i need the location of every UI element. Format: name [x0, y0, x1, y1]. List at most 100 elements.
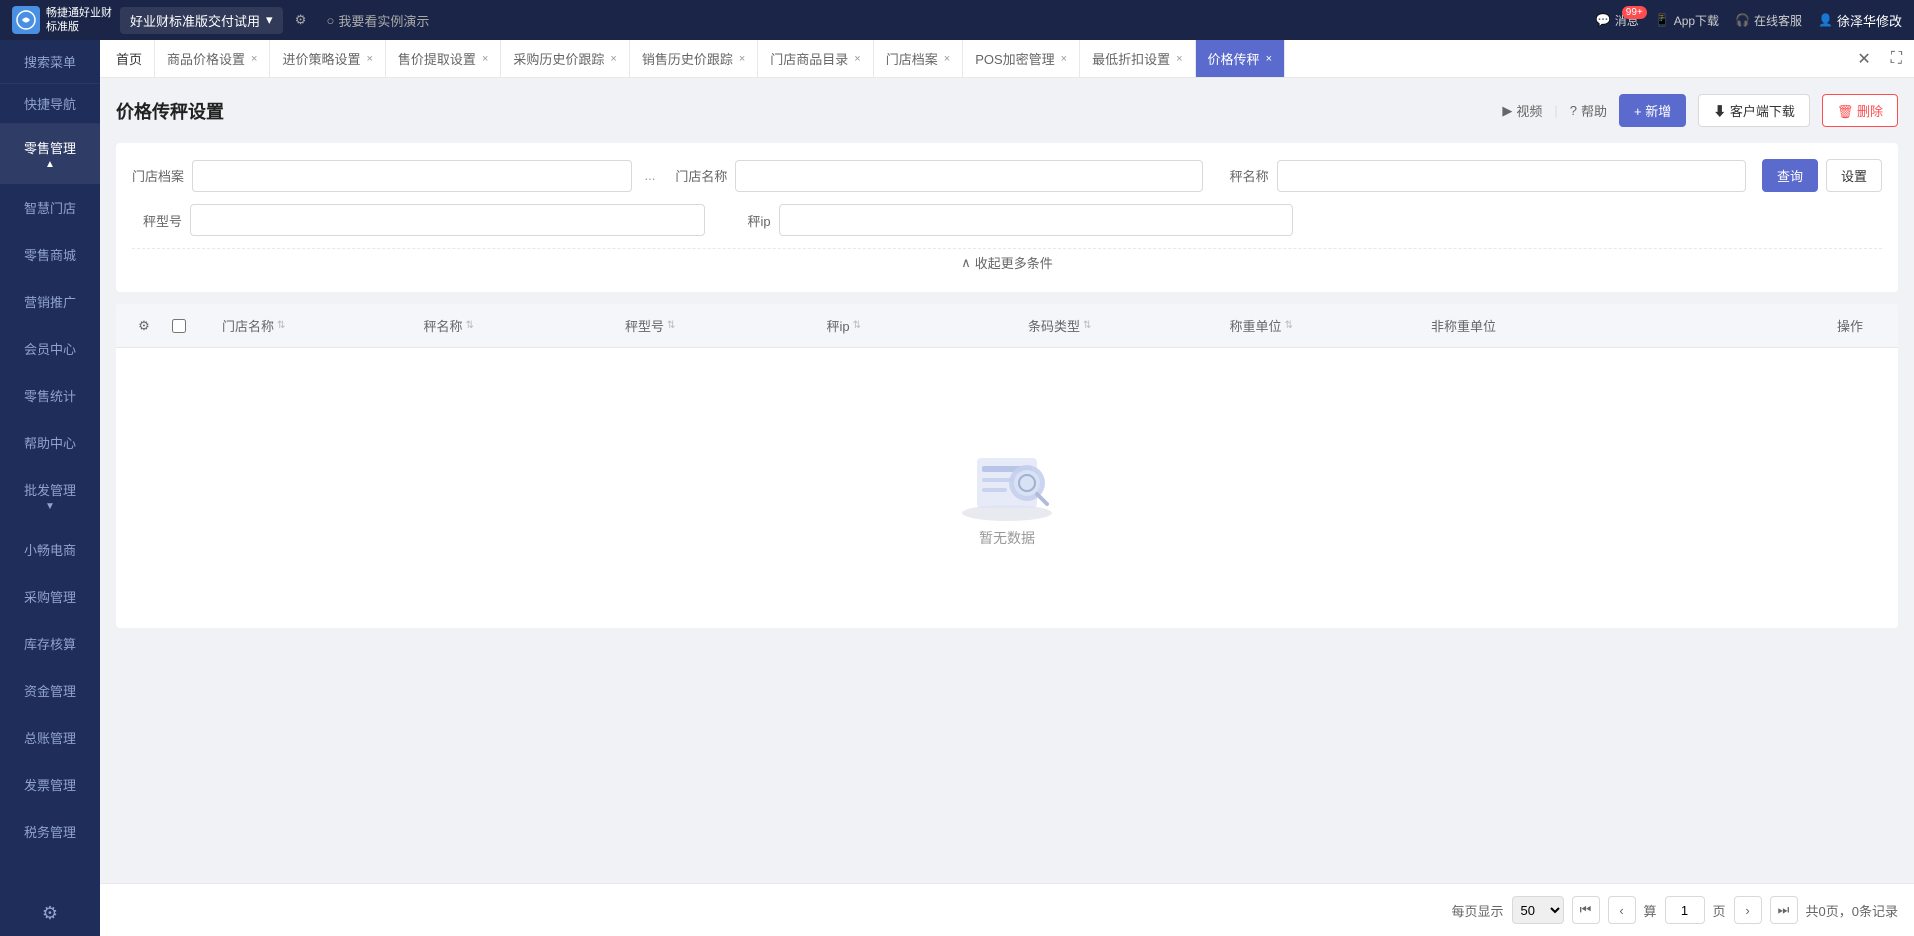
sidebar-item-purchase-mgmt[interactable]: 采购管理	[0, 573, 100, 620]
user-avatar[interactable]: 👤 徐泽华修改	[1818, 11, 1902, 30]
scale-model-input[interactable]	[190, 204, 705, 236]
sidebar-item-help-center[interactable]: 帮助中心	[0, 419, 100, 466]
sidebar-item-member[interactable]: 会员中心	[0, 325, 100, 372]
scale-ip-input[interactable]	[779, 204, 1294, 236]
select-all-checkbox[interactable]	[172, 319, 186, 333]
tab-store-archive[interactable]: 门店档案 ×	[874, 40, 963, 78]
sidebar-item-wholesale-mgmt[interactable]: 批发管理 ▼	[0, 466, 100, 526]
tab-close-price-settings[interactable]: ×	[251, 53, 257, 65]
tab-purchase-history[interactable]: 采购历史价跟踪 ×	[501, 40, 629, 78]
th-weight-unit[interactable]: 称重单位 ⇅	[1222, 316, 1424, 335]
th-barcode-type[interactable]: 条码类型 ⇅	[1020, 316, 1222, 335]
th-non-weight-unit: 非称重单位	[1423, 316, 1810, 335]
th-store-name[interactable]: 门店名称 ⇅	[214, 316, 416, 335]
table-empty-state: 暂无数据	[116, 348, 1898, 628]
tab-close-purchase-strategy[interactable]: ×	[366, 53, 372, 65]
data-table: ⚙ 门店名称 ⇅ 秤名称 ⇅ 秤型号 ⇅	[116, 304, 1898, 628]
sidebar-item-marketing[interactable]: 营销推广	[0, 278, 100, 325]
next-page-btn[interactable]: ›	[1734, 896, 1762, 924]
scale-ip-label: 秤ip	[721, 211, 771, 230]
tab-price-scale[interactable]: 价格传秤 ×	[1196, 40, 1285, 78]
tab-close-min-discount[interactable]: ×	[1176, 53, 1182, 65]
sidebar-search[interactable]: 搜索菜单	[0, 40, 100, 84]
tab-close-price-scale[interactable]: ×	[1266, 53, 1272, 65]
tab-bar-end: ✕ ⛶	[1849, 45, 1910, 73]
logo-line2: 标准版	[46, 20, 112, 34]
sidebar-item-tax-mgmt[interactable]: 税务管理	[0, 808, 100, 855]
tab-close-btn[interactable]: ✕	[1849, 45, 1878, 73]
th-scale-name[interactable]: 秤名称 ⇅	[416, 316, 618, 335]
page-total: 共0页，0条记录	[1806, 901, 1898, 920]
tab-purchase-strategy[interactable]: 进价策略设置 ×	[270, 40, 385, 78]
demo-link[interactable]: ○ 我要看实例演示	[327, 11, 430, 30]
query-button[interactable]: 查询	[1762, 159, 1818, 192]
main-layout: 搜索菜单 快捷导航 零售管理 ▲ 智慧门店 零售商城 营销推广 会员中心 零售统…	[0, 40, 1914, 936]
tab-close-purchase-history[interactable]: ×	[610, 53, 616, 65]
user-name: 徐泽华修改	[1837, 11, 1902, 30]
help-link[interactable]: ? 帮助	[1570, 101, 1607, 120]
delete-button[interactable]: 🗑 删除	[1822, 94, 1898, 127]
per-page-select[interactable]: 50 10 20 100	[1512, 896, 1564, 924]
sidebar-item-smart-store[interactable]: 智慧门店	[0, 184, 100, 231]
tab-min-discount[interactable]: 最低折扣设置 ×	[1080, 40, 1195, 78]
sort-scale-name-icon: ⇅	[466, 320, 474, 331]
tab-sale-history[interactable]: 销售历史价跟踪 ×	[630, 40, 758, 78]
add-button[interactable]: + 新增	[1619, 94, 1686, 127]
sidebar-item-xiaochangec[interactable]: 小畅电商	[0, 526, 100, 573]
top-bar-right: 💬 消息 99+ 📱 App下载 🎧 在线客服 👤 徐泽华修改	[1596, 11, 1902, 30]
sidebar-item-online-store[interactable]: 零售商城	[0, 231, 100, 278]
table-header: ⚙ 门店名称 ⇅ 秤名称 ⇅ 秤型号 ⇅	[116, 304, 1898, 348]
tab-pos-mgmt[interactable]: POS加密管理 ×	[963, 40, 1080, 78]
message-btn[interactable]: 💬 消息 99+	[1596, 12, 1639, 29]
sort-scale-model-icon: ⇅	[667, 320, 675, 331]
page-number-input[interactable]	[1665, 896, 1705, 924]
sidebar-settings-btn[interactable]: ⚙	[0, 891, 100, 936]
th-gear[interactable]: ⚙	[124, 318, 164, 334]
filter-scale-ip: 秤ip	[721, 204, 1294, 236]
tab-close-sale-history[interactable]: ×	[739, 53, 745, 65]
tab-close-store-archive[interactable]: ×	[944, 53, 950, 65]
th-scale-model[interactable]: 秤型号 ⇅	[617, 316, 819, 335]
first-page-btn[interactable]: ⏮	[1572, 896, 1600, 924]
th-scale-ip[interactable]: 秤ip ⇅	[819, 316, 1021, 335]
tab-sale-extract[interactable]: 售价提取设置 ×	[386, 40, 501, 78]
tab-close-sale-extract[interactable]: ×	[482, 53, 488, 65]
app-download-btn[interactable]: 📱 App下载	[1655, 12, 1719, 29]
version-selector[interactable]: 好业财标准版交付试用 ▾	[120, 7, 283, 34]
sidebar-quick-nav[interactable]: 快捷导航	[0, 84, 100, 124]
store-archive-input[interactable]	[192, 160, 632, 192]
online-service-btn[interactable]: 🎧 在线客服	[1735, 12, 1802, 29]
sidebar-item-retail-stats[interactable]: 零售统计	[0, 372, 100, 419]
tab-home[interactable]: 首页	[104, 40, 155, 78]
store-name-input[interactable]	[735, 160, 1202, 192]
sidebar: 搜索菜单 快捷导航 零售管理 ▲ 智慧门店 零售商城 营销推广 会员中心 零售统…	[0, 40, 100, 936]
page-label: 页	[1713, 901, 1726, 920]
last-page-btn[interactable]: ⏭	[1770, 896, 1798, 924]
th-operation: 操作	[1810, 316, 1890, 335]
store-archive-label: 门店档案	[132, 166, 184, 185]
empty-text: 暂无数据	[979, 528, 1035, 548]
store-archive-picker[interactable]: ...	[640, 168, 659, 183]
sidebar-item-finance-mgmt[interactable]: 资金管理	[0, 667, 100, 714]
tab-close-pos-mgmt[interactable]: ×	[1061, 53, 1067, 65]
filter-settings-button[interactable]: 设置	[1826, 159, 1882, 192]
sidebar-item-retail-mgmt[interactable]: 零售管理 ▲	[0, 124, 100, 184]
filter-collapse-btn[interactable]: ∧ 收起更多条件	[132, 248, 1882, 276]
tab-price-settings[interactable]: 商品价格设置 ×	[155, 40, 270, 78]
download-button[interactable]: ⬇ 客户端下载	[1698, 94, 1810, 127]
video-link[interactable]: ▶ 视频	[1502, 101, 1542, 120]
filter-scale-model: 秤型号	[132, 204, 705, 236]
settings-icon[interactable]: ⚙	[287, 6, 315, 34]
scale-name-input[interactable]	[1277, 160, 1746, 192]
gear-icon: ⚙	[42, 903, 58, 923]
logo-icon	[12, 6, 40, 34]
sidebar-item-invoice-mgmt[interactable]: 发票管理	[0, 761, 100, 808]
tab-expand-btn[interactable]: ⛶	[1883, 46, 1910, 72]
tab-store-catalog[interactable]: 门店商品目录 ×	[758, 40, 873, 78]
sort-weight-unit-icon: ⇅	[1285, 320, 1293, 331]
prev-page-btn[interactable]: ‹	[1608, 896, 1636, 924]
chevron-up-icon: ▲	[45, 159, 55, 170]
sidebar-item-ledger-mgmt[interactable]: 总账管理	[0, 714, 100, 761]
sidebar-item-inventory[interactable]: 库存核算	[0, 620, 100, 667]
tab-close-store-catalog[interactable]: ×	[854, 53, 860, 65]
